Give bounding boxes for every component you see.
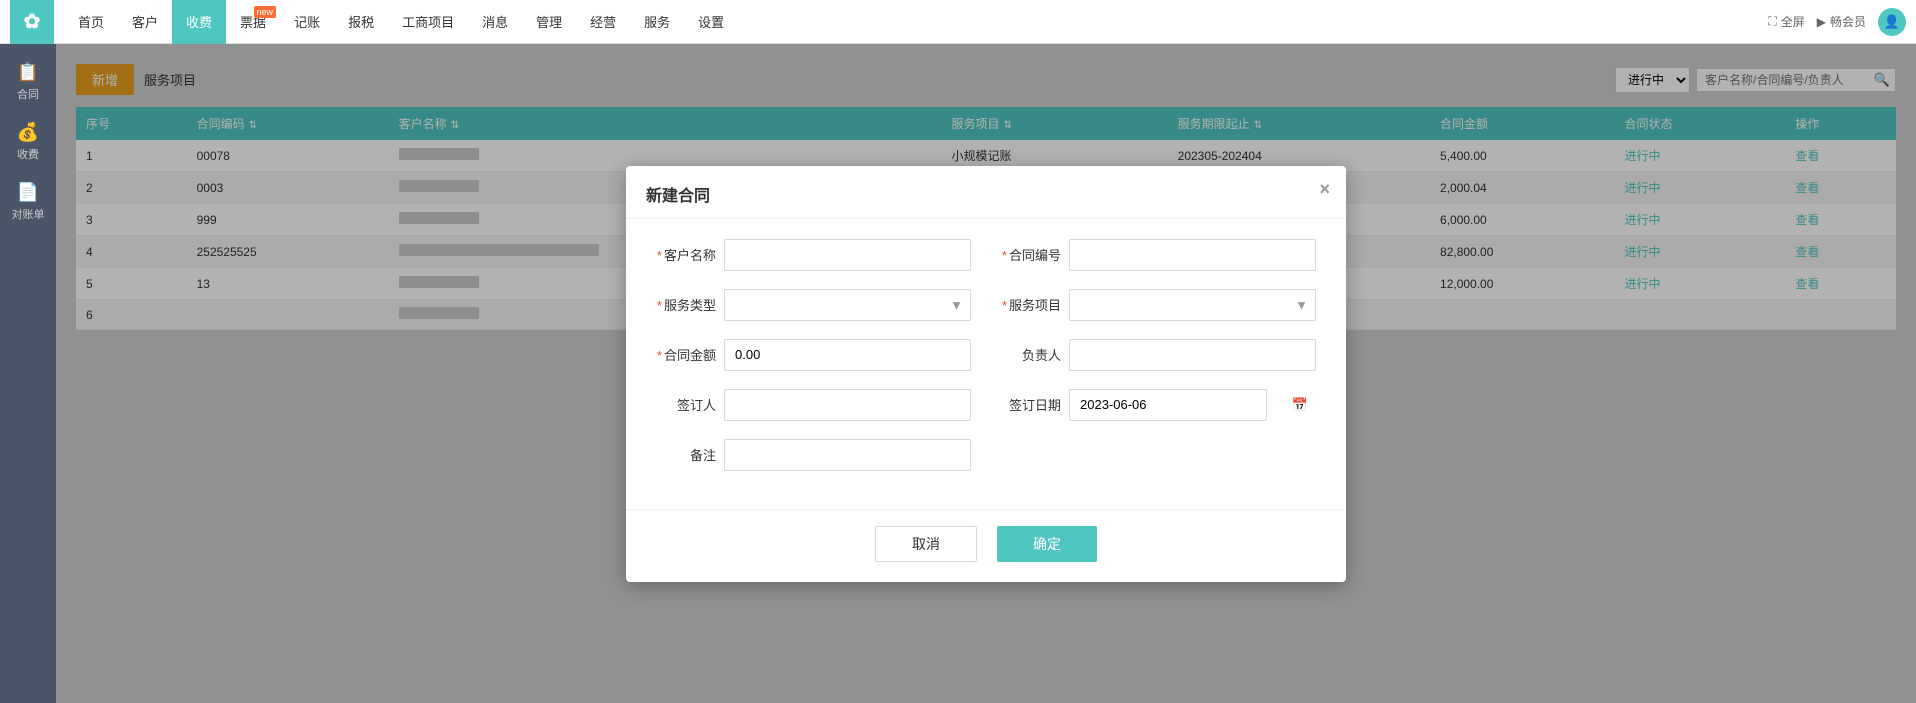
nav-tax[interactable]: 报税 [334, 0, 388, 44]
main-layout: 📋 合同 💰 收费 📄 对账单 新增 服务项目 进行中 已完成 全部 [0, 44, 1916, 703]
nav-fee[interactable]: 收费 [172, 0, 226, 44]
fee-icon: 💰 [17, 122, 39, 143]
service-item-select[interactable] [1069, 289, 1316, 321]
nav-home[interactable]: 首页 [64, 0, 118, 44]
nav-invoice[interactable]: 票据 new [226, 0, 280, 44]
note-label: 备注 [656, 445, 716, 464]
modal-overlay[interactable]: 新建合同 × *客户名称 *合同编号 [56, 44, 1916, 703]
service-type-select-wrap: ▼ [724, 289, 971, 321]
sidebar-contract-label: 合同 [17, 86, 39, 102]
form-row-1: *客户名称 *合同编号 [656, 239, 1316, 271]
service-type-label: *服务类型 [656, 295, 716, 314]
modal-title: 新建合同 [646, 188, 710, 205]
logo[interactable]: ✿ [10, 0, 54, 44]
form-row-2: *服务类型 ▼ *服务项目 [656, 289, 1316, 321]
top-nav: ✿ 首页 客户 收费 票据 new 记账 报税 工商项目 消息 管理 经营 服务… [0, 0, 1916, 44]
form-group-responsible: 负责人 [1001, 339, 1316, 371]
contract-no-input[interactable] [1069, 239, 1316, 271]
avatar[interactable]: 👤 [1878, 8, 1906, 36]
calendar-icon[interactable]: 📅 [1292, 397, 1308, 413]
statement-icon: 📄 [17, 182, 39, 203]
sidebar-item-contract[interactable]: 📋 合同 [2, 54, 54, 110]
signer-input[interactable] [724, 389, 971, 421]
cancel-button[interactable]: 取消 [875, 526, 977, 562]
sidebar-statement-label: 对账单 [12, 206, 45, 222]
required-star-2: * [1002, 248, 1007, 263]
required-star-4: * [1002, 298, 1007, 313]
modal-close-button[interactable]: × [1319, 180, 1330, 198]
modal-header: 新建合同 × [626, 166, 1346, 219]
form-group-amount: *合同金额 [656, 339, 971, 371]
nav-right: ⛶ 全屏 ▶ 畅会员 👤 [1768, 8, 1906, 36]
member-label: 畅会员 [1830, 13, 1866, 30]
avatar-icon: 👤 [1884, 14, 1900, 30]
service-type-select[interactable] [724, 289, 971, 321]
nav-settings[interactable]: 设置 [684, 0, 738, 44]
form-row-4: 签订人 签订日期 📅 [656, 389, 1316, 421]
nav-message[interactable]: 消息 [468, 0, 522, 44]
form-group-sign-date: 签订日期 📅 [1001, 389, 1316, 421]
new-badge: new [254, 6, 277, 18]
sidebar: 📋 合同 💰 收费 📄 对账单 [0, 44, 56, 703]
client-name-input[interactable] [724, 239, 971, 271]
form-group-service-type: *服务类型 ▼ [656, 289, 971, 321]
form-row-3: *合同金额 负责人 [656, 339, 1316, 371]
form-group-note: 备注 [656, 439, 971, 471]
contract-no-label: *合同编号 [1001, 245, 1061, 264]
nav-items: 首页 客户 收费 票据 new 记账 报税 工商项目 消息 管理 经营 服务 设… [54, 0, 1768, 44]
required-star-3: * [657, 298, 662, 313]
member-button[interactable]: ▶ 畅会员 [1817, 13, 1866, 30]
required-star-5: * [657, 348, 662, 363]
content-area: 新增 服务项目 进行中 已完成 全部 🔍 序号 合 [56, 44, 1916, 703]
sign-date-input[interactable] [1069, 389, 1267, 421]
sign-date-wrap: 📅 [1069, 389, 1316, 421]
sidebar-item-statement[interactable]: 📄 对账单 [2, 174, 54, 230]
sign-date-label: 签订日期 [1001, 395, 1061, 414]
contract-amount-input[interactable] [724, 339, 971, 371]
sidebar-fee-label: 收费 [17, 146, 39, 162]
responsible-label: 负责人 [1001, 345, 1061, 364]
nav-bookkeeping[interactable]: 记账 [280, 0, 334, 44]
nav-client[interactable]: 客户 [118, 0, 172, 44]
fullscreen-icon: ⛶ [1768, 14, 1776, 29]
fullscreen-label: 全屏 [1781, 13, 1805, 30]
confirm-button[interactable]: 确定 [997, 526, 1097, 562]
note-input[interactable] [724, 439, 971, 471]
play-icon: ▶ [1817, 15, 1826, 29]
modal-body: *客户名称 *合同编号 [626, 219, 1346, 509]
form-group-contract-no: *合同编号 [1001, 239, 1316, 271]
fullscreen-button[interactable]: ⛶ 全屏 [1768, 13, 1804, 30]
contract-icon: 📋 [17, 62, 39, 83]
required-star: * [657, 248, 662, 263]
nav-service[interactable]: 服务 [630, 0, 684, 44]
signer-label: 签订人 [656, 395, 716, 414]
contract-amount-label: *合同金额 [656, 345, 716, 364]
nav-operation[interactable]: 经营 [576, 0, 630, 44]
service-item-select-wrap: ▼ [1069, 289, 1316, 321]
client-name-label: *客户名称 [656, 245, 716, 264]
responsible-input[interactable] [1069, 339, 1316, 371]
modal-footer: 取消 确定 [626, 509, 1346, 582]
form-group-signer: 签订人 [656, 389, 971, 421]
service-item-label: *服务项目 [1001, 295, 1061, 314]
form-row-5: 备注 [656, 439, 1316, 471]
logo-icon: ✿ [24, 9, 41, 34]
modal-new-contract: 新建合同 × *客户名称 *合同编号 [626, 166, 1346, 582]
sidebar-item-fee[interactable]: 💰 收费 [2, 114, 54, 170]
form-group-service-item: *服务项目 ▼ [1001, 289, 1316, 321]
nav-manage[interactable]: 管理 [522, 0, 576, 44]
form-group-client: *客户名称 [656, 239, 971, 271]
nav-business[interactable]: 工商项目 [388, 0, 468, 44]
